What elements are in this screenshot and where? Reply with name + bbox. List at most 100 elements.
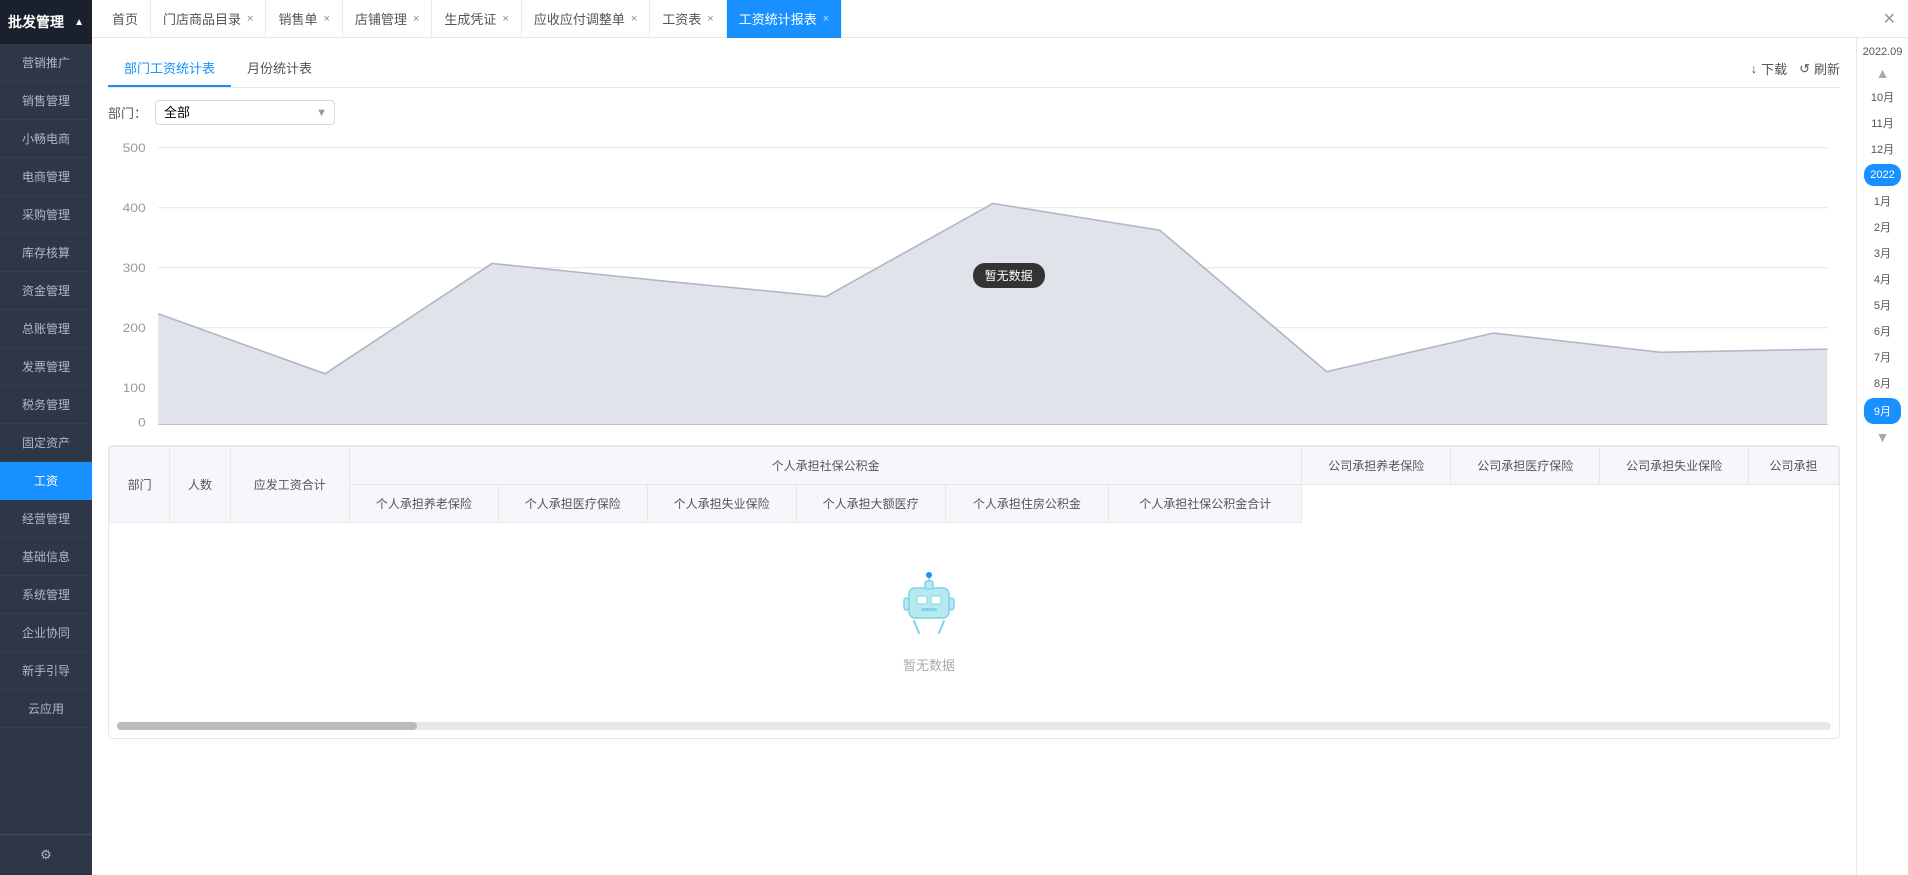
tab-close-7[interactable]: × [823, 13, 829, 25]
tab-close-5[interactable]: × [631, 13, 637, 25]
sidebar-item-1[interactable]: 销售管理 [0, 82, 92, 120]
sidebar-item-7[interactable]: 总账管理 [0, 310, 92, 348]
tab-label-2: 销售单 [278, 9, 317, 28]
th-company-medical: 公司承担医疗保险 [1451, 447, 1600, 485]
tab-label-6: 工资表 [662, 9, 701, 28]
date-item-7[interactable]: 4月 [1858, 266, 1906, 292]
date-item-1[interactable]: 11月 [1858, 110, 1906, 136]
sidebar-header[interactable]: 批发管理 ▲ [0, 0, 92, 44]
sidebar-item-16[interactable]: 新手引导 [0, 652, 92, 690]
table-wrapper: 部门 人数 应发工资合计 个人承担社保公积金 公司承担养老保险 公司承担医疗保险… [108, 445, 1840, 739]
tab-close-4[interactable]: × [502, 13, 508, 25]
tab-label-4: 生成凭证 [444, 9, 496, 28]
tab-4[interactable]: 生成凭证 × [432, 0, 521, 38]
date-item-6[interactable]: 3月 [1858, 240, 1906, 266]
tab-3[interactable]: 店铺管理× [343, 0, 432, 38]
sidebar-item-13[interactable]: 基础信息 [0, 538, 92, 576]
sidebar-item-6[interactable]: 资金管理 [0, 272, 92, 310]
sidebar-item-0[interactable]: 营销推广 [0, 44, 92, 82]
sidebar-item-11[interactable]: 工资 [0, 462, 92, 500]
th-p-pension: 个人承担养老保险 [349, 485, 498, 523]
sidebar-item-14[interactable]: 系统管理 [0, 576, 92, 614]
table-scrollbar[interactable] [117, 722, 1831, 730]
sidebar-item-8[interactable]: 发票管理 [0, 348, 92, 386]
sidebar-item-2[interactable]: 小畅电商 [0, 120, 92, 158]
date-item-2[interactable]: 12月 [1858, 136, 1906, 162]
download-button[interactable]: ↓ 下载 [1751, 59, 1788, 78]
th-company-old: 公司承担养老保险 [1302, 447, 1451, 485]
th-p-major-medical: 个人承担大额医疗 [796, 485, 945, 523]
empty-icon [889, 563, 969, 643]
tab-6[interactable]: 工资表 × [650, 0, 726, 38]
tab-close-6[interactable]: × [707, 13, 713, 25]
sidebar-toggle-icon: ▲ [74, 17, 84, 28]
tab-label-5: 应收应付调整单 [534, 9, 625, 28]
window-close-button[interactable]: ✕ [1879, 9, 1900, 29]
date-item-5[interactable]: 2月 [1858, 214, 1906, 240]
empty-text: 暂无数据 [903, 655, 955, 674]
refresh-label: 刷新 [1814, 59, 1840, 78]
sidebar-item-4[interactable]: 采购管理 [0, 196, 92, 234]
sidebar-item-5[interactable]: 库存核算 [0, 234, 92, 272]
svg-text:500: 500 [123, 141, 146, 155]
th-p-unemployment: 个人承担失业保险 [647, 485, 796, 523]
th-p-total: 个人承担社保公积金合计 [1109, 485, 1302, 523]
date-item-12[interactable]: 9月 [1864, 398, 1900, 424]
chart-svg: 500 400 300 200 100 0 [108, 137, 1840, 437]
th-p-housing: 个人承担住房公积金 [945, 485, 1109, 523]
toolbar-left: 部门： 全部 ▼ [108, 100, 335, 125]
scroll-thumb [117, 722, 417, 730]
th-total-wage: 应发工资合计 [230, 447, 349, 523]
date-item-10[interactable]: 7月 [1858, 344, 1906, 370]
date-item-0[interactable]: 10月 [1858, 84, 1906, 110]
date-item-11[interactable]: 8月 [1858, 370, 1906, 396]
svg-text:100: 100 [123, 381, 146, 395]
date-item-8[interactable]: 5月 [1858, 292, 1906, 318]
sidebar-settings-button[interactable]: ⚙ [0, 834, 92, 875]
tab-close-1[interactable]: × [247, 13, 253, 25]
th-personal-social: 个人承担社保公积金 [349, 447, 1301, 485]
tab-close-2[interactable]: × [323, 13, 329, 25]
chart-container: 500 400 300 200 100 0 [108, 137, 1840, 437]
date-item-4[interactable]: 1月 [1858, 188, 1906, 214]
date-panel: 2022.09 ▲ 10月11月12月20221月2月3月4月5月6月7月8月9… [1856, 38, 1908, 875]
tab-label-0: 首页 [112, 9, 138, 28]
refresh-icon: ↺ [1799, 61, 1810, 77]
tab-5[interactable]: 应收应付调整单 × [522, 0, 650, 38]
sidebar-item-9[interactable]: 税务管理 [0, 386, 92, 424]
sidebar-item-17[interactable]: 云应用 [0, 690, 92, 728]
svg-text:0: 0 [138, 415, 146, 429]
dept-select-wrapper: 全部 ▼ [155, 100, 335, 125]
refresh-button[interactable]: ↺ 刷新 [1799, 59, 1840, 78]
tab-1[interactable]: 门店商品目录× [151, 0, 266, 38]
dept-select[interactable]: 全部 [155, 100, 335, 125]
date-item-9[interactable]: 6月 [1858, 318, 1906, 344]
svg-text:200: 200 [123, 321, 146, 335]
tab-month-stats[interactable]: 月份统计表 [231, 50, 328, 87]
tab-bar-end: ✕ [1879, 9, 1900, 29]
date-item-3[interactable]: 2022 [1864, 164, 1900, 186]
tab-bar: 首页门店商品目录×销售单×店铺管理×生成凭证×应收应付调整单×工资表×工资统计报… [92, 0, 1908, 38]
toolbar-right: ↓ 下载 ↺ 刷新 [1751, 59, 1840, 78]
sidebar-item-10[interactable]: 固定资产 [0, 424, 92, 462]
tab-label-7: 工资统计报表 [739, 9, 817, 28]
tab-close-3[interactable]: × [413, 13, 419, 25]
gear-icon: ⚙ [40, 847, 52, 862]
sidebar-item-3[interactable]: 电商管理 [0, 158, 92, 196]
svg-text:300: 300 [123, 261, 146, 275]
page-content: 部门工资统计表 月份统计表 ↓ 下载 ↺ 刷新 部门： [92, 38, 1856, 875]
date-panel-current: 2022.09 [1863, 42, 1903, 62]
tab-0[interactable]: 首页 [100, 0, 151, 38]
th-company-other: 公司承担 [1749, 447, 1839, 485]
th-p-medical: 个人承担医疗保险 [498, 485, 647, 523]
date-panel-up-button[interactable]: ▲ [1872, 62, 1894, 84]
sidebar-item-15[interactable]: 企业协同 [0, 614, 92, 652]
th-company-unemployment: 公司承担失业保险 [1600, 447, 1749, 485]
date-panel-down-button[interactable]: ▼ [1872, 426, 1894, 448]
tab-dept-stats[interactable]: 部门工资统计表 [108, 50, 231, 87]
tab-7[interactable]: 工资统计报表 × [727, 0, 842, 38]
tab-2[interactable]: 销售单 × [266, 0, 342, 38]
sidebar-item-12[interactable]: 经营管理 [0, 500, 92, 538]
content-area: 部门工资统计表 月份统计表 ↓ 下载 ↺ 刷新 部门： [92, 38, 1908, 875]
data-table: 部门 人数 应发工资合计 个人承担社保公积金 公司承担养老保险 公司承担医疗保险… [109, 446, 1839, 714]
